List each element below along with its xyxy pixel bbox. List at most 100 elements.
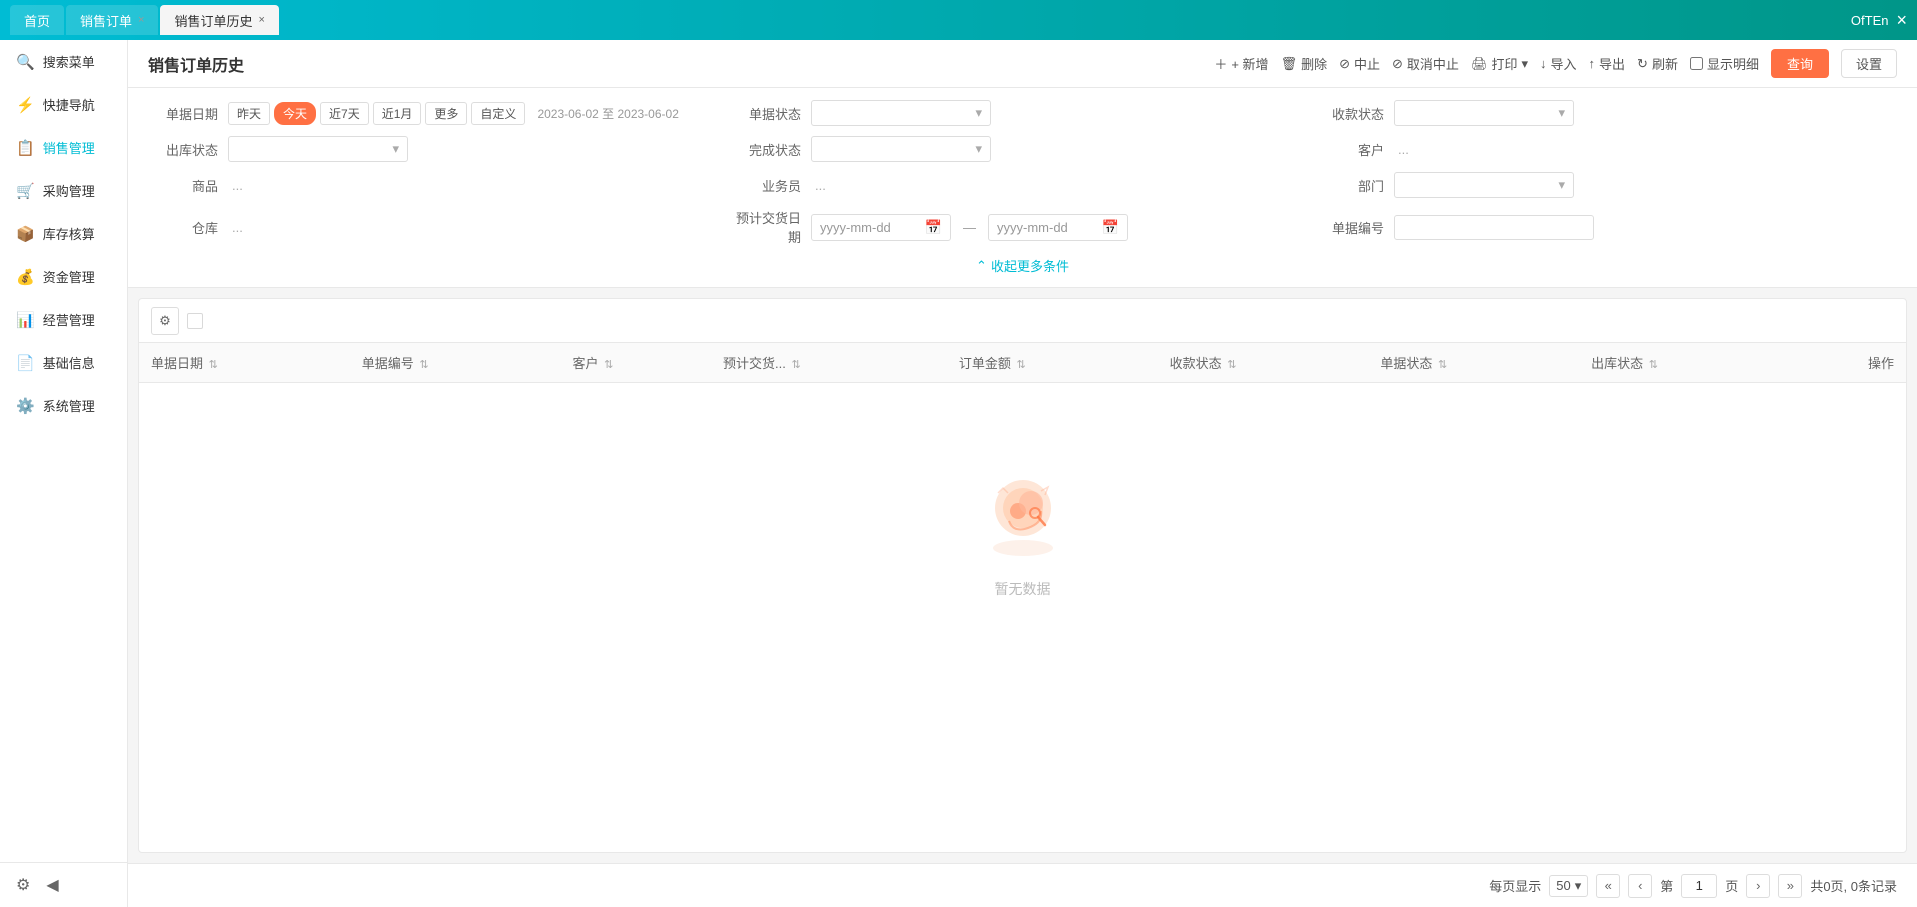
department-select[interactable]: ▾: [1394, 172, 1574, 198]
first-page-button[interactable]: «: [1596, 874, 1620, 898]
select-all-checkbox[interactable]: [187, 313, 203, 329]
data-table: 单据日期 ⇅ 单据编号 ⇅ 客户 ⇅ 预计交货...: [139, 343, 1906, 383]
salesperson-filter-label: 业务员: [731, 176, 811, 195]
import-button[interactable]: ↓ 导入: [1540, 54, 1577, 73]
delivery-date-to[interactable]: yyyy-mm-dd 📅: [988, 214, 1128, 241]
sidebar-item-purchase[interactable]: 🛒 采购管理: [0, 169, 127, 212]
department-arrow-icon: ▾: [1558, 177, 1565, 193]
col-order-status[interactable]: 单据状态 ⇅: [1368, 343, 1579, 383]
date-btn-custom[interactable]: 自定义: [471, 102, 525, 125]
page-size-label: 每页显示: [1489, 876, 1541, 895]
page-label-suffix: 页: [1725, 876, 1738, 895]
col-operations: 操作: [1790, 343, 1906, 383]
new-button[interactable]: ＋ + 新增: [1214, 54, 1268, 73]
payment-status-label: 收款状态: [1314, 104, 1394, 123]
tab-sales-order-history[interactable]: 销售订单历史 ×: [160, 5, 278, 35]
display-detail-checkbox[interactable]: [1690, 57, 1703, 70]
delete-icon: 🗑: [1281, 56, 1298, 72]
main-layout: 🔍 搜索菜单 ⚡ 快捷导航 📋 销售管理 🛒 采购管理 📦 库存核算 💰 资金管…: [0, 40, 1917, 907]
import-icon: ↓: [1540, 56, 1547, 71]
col-order-status-label: 单据状态: [1380, 356, 1432, 371]
department-filter-label: 部门: [1314, 176, 1394, 195]
col-amount-sort-icon: ⇅: [1017, 359, 1026, 371]
tab-sales-order-label: 销售订单: [80, 11, 132, 30]
delivery-status-select[interactable]: ▾: [228, 136, 408, 162]
col-customer-sort-icon: ⇅: [604, 359, 613, 371]
order-status-select[interactable]: ▾: [811, 100, 991, 126]
collapse-arrow-icon: ⌃: [976, 258, 987, 274]
complete-status-select[interactable]: ▾: [811, 136, 991, 162]
sidebar-item-purchase-label: 采购管理: [43, 181, 95, 200]
next-page-button[interactable]: ›: [1746, 874, 1770, 898]
delivery-date-to-placeholder: yyyy-mm-dd: [997, 220, 1068, 235]
delivery-date-control: yyyy-mm-dd 📅 — yyyy-mm-dd 📅: [811, 214, 1314, 241]
col-number[interactable]: 单据编号 ⇅: [350, 343, 561, 383]
operations-icon: 📊: [16, 311, 35, 329]
refresh-label: 刷新: [1652, 54, 1678, 73]
page-header: 销售订单历史 ＋ + 新增 🗑 删除 ⊘ 中止 ⊘ 取消中止: [128, 40, 1917, 88]
current-page-input[interactable]: [1681, 874, 1717, 898]
col-delivery-date[interactable]: 预计交货... ⇅: [711, 343, 947, 383]
tab-home[interactable]: 首页: [10, 5, 64, 35]
query-button[interactable]: 查询: [1771, 49, 1829, 78]
customer-ellipsis[interactable]: ...: [1394, 138, 1413, 161]
sidebar-item-sales[interactable]: 📋 销售管理: [0, 126, 127, 169]
sidebar-item-operations[interactable]: 📊 经营管理: [0, 298, 127, 341]
tab-sales-order-close[interactable]: ×: [138, 14, 144, 26]
col-amount-label: 订单金额: [959, 356, 1011, 371]
settings-button[interactable]: 设置: [1841, 49, 1897, 78]
delivery-status-arrow-icon: ▾: [392, 141, 399, 157]
col-amount[interactable]: 订单金额 ⇅: [947, 343, 1158, 383]
col-payment-status[interactable]: 收款状态 ⇅: [1158, 343, 1369, 383]
sidebar-item-quick-nav[interactable]: ⚡ 快捷导航: [0, 83, 127, 126]
tab-sales-order[interactable]: 销售订单 ×: [66, 5, 158, 35]
sidebar-item-system[interactable]: ⚙️ 系统管理: [0, 384, 127, 427]
sidebar-collapse-icon[interactable]: ◀: [46, 875, 58, 895]
delivery-date-from-placeholder: yyyy-mm-dd: [820, 220, 891, 235]
product-ellipsis[interactable]: ...: [228, 174, 247, 197]
print-button[interactable]: 🖨 打印 ▾: [1471, 54, 1528, 73]
tab-sales-order-history-close[interactable]: ×: [258, 14, 264, 26]
salesperson-ellipsis[interactable]: ...: [811, 174, 830, 197]
system-icon: ⚙️: [16, 397, 35, 415]
table-settings-button[interactable]: ⚙: [151, 307, 179, 335]
order-status-label: 单据状态: [731, 104, 811, 123]
payment-status-select[interactable]: ▾: [1394, 100, 1574, 126]
stop-button[interactable]: ⊘ 中止: [1339, 54, 1380, 73]
date-btn-1month[interactable]: 近1月: [373, 102, 422, 125]
order-number-input[interactable]: [1394, 215, 1594, 240]
col-date[interactable]: 单据日期 ⇅: [139, 343, 350, 383]
col-delivery-status[interactable]: 出库状态 ⇅: [1579, 343, 1790, 383]
collapse-label: 收起更多条件: [991, 256, 1069, 275]
filter-row-product: 商品 ... 业务员 ... 部门 ▾: [148, 172, 1897, 198]
sidebar-item-basic-info[interactable]: 📄 基础信息: [0, 341, 127, 384]
table-gear-icon: ⚙: [159, 313, 171, 329]
display-detail-toggle[interactable]: 显示明细: [1690, 54, 1759, 73]
last-page-button[interactable]: »: [1778, 874, 1802, 898]
prev-page-button[interactable]: ‹: [1628, 874, 1652, 898]
page-size-select[interactable]: 50 ▾: [1549, 875, 1588, 897]
topbar: 首页 销售订单 × 销售订单历史 × OfTEn ×: [0, 0, 1917, 40]
calendar-from-icon: 📅: [925, 219, 942, 236]
delete-button[interactable]: 🗑 删除: [1281, 54, 1328, 73]
date-btn-today[interactable]: 今天: [274, 102, 316, 125]
date-btn-7days[interactable]: 近7天: [320, 102, 369, 125]
topbar-close-button[interactable]: ×: [1896, 10, 1907, 31]
col-payment-status-sort-icon: ⇅: [1227, 359, 1236, 371]
warehouse-ellipsis[interactable]: ...: [228, 216, 247, 239]
delivery-date-from[interactable]: yyyy-mm-dd 📅: [811, 214, 951, 241]
page-size-arrow-icon: ▾: [1575, 878, 1582, 894]
sidebar-settings-icon[interactable]: ⚙: [16, 875, 30, 895]
col-customer[interactable]: 客户 ⇅: [561, 343, 711, 383]
export-button[interactable]: ↑ 导出: [1589, 54, 1626, 73]
sidebar-item-finance[interactable]: 💰 资金管理: [0, 255, 127, 298]
sidebar-item-inventory[interactable]: 📦 库存核算: [0, 212, 127, 255]
date-btn-yesterday[interactable]: 昨天: [228, 102, 270, 125]
date-btn-more[interactable]: 更多: [425, 102, 467, 125]
collapse-link[interactable]: ⌃ 收起更多条件: [148, 256, 1897, 275]
cancel-stop-button[interactable]: ⊘ 取消中止: [1392, 54, 1459, 73]
calendar-to-icon: 📅: [1102, 219, 1119, 236]
refresh-button[interactable]: ↻ 刷新: [1637, 54, 1678, 73]
sidebar-item-search[interactable]: 🔍 搜索菜单: [0, 40, 127, 83]
sidebar-bottom: ⚙ ◀: [0, 862, 127, 907]
